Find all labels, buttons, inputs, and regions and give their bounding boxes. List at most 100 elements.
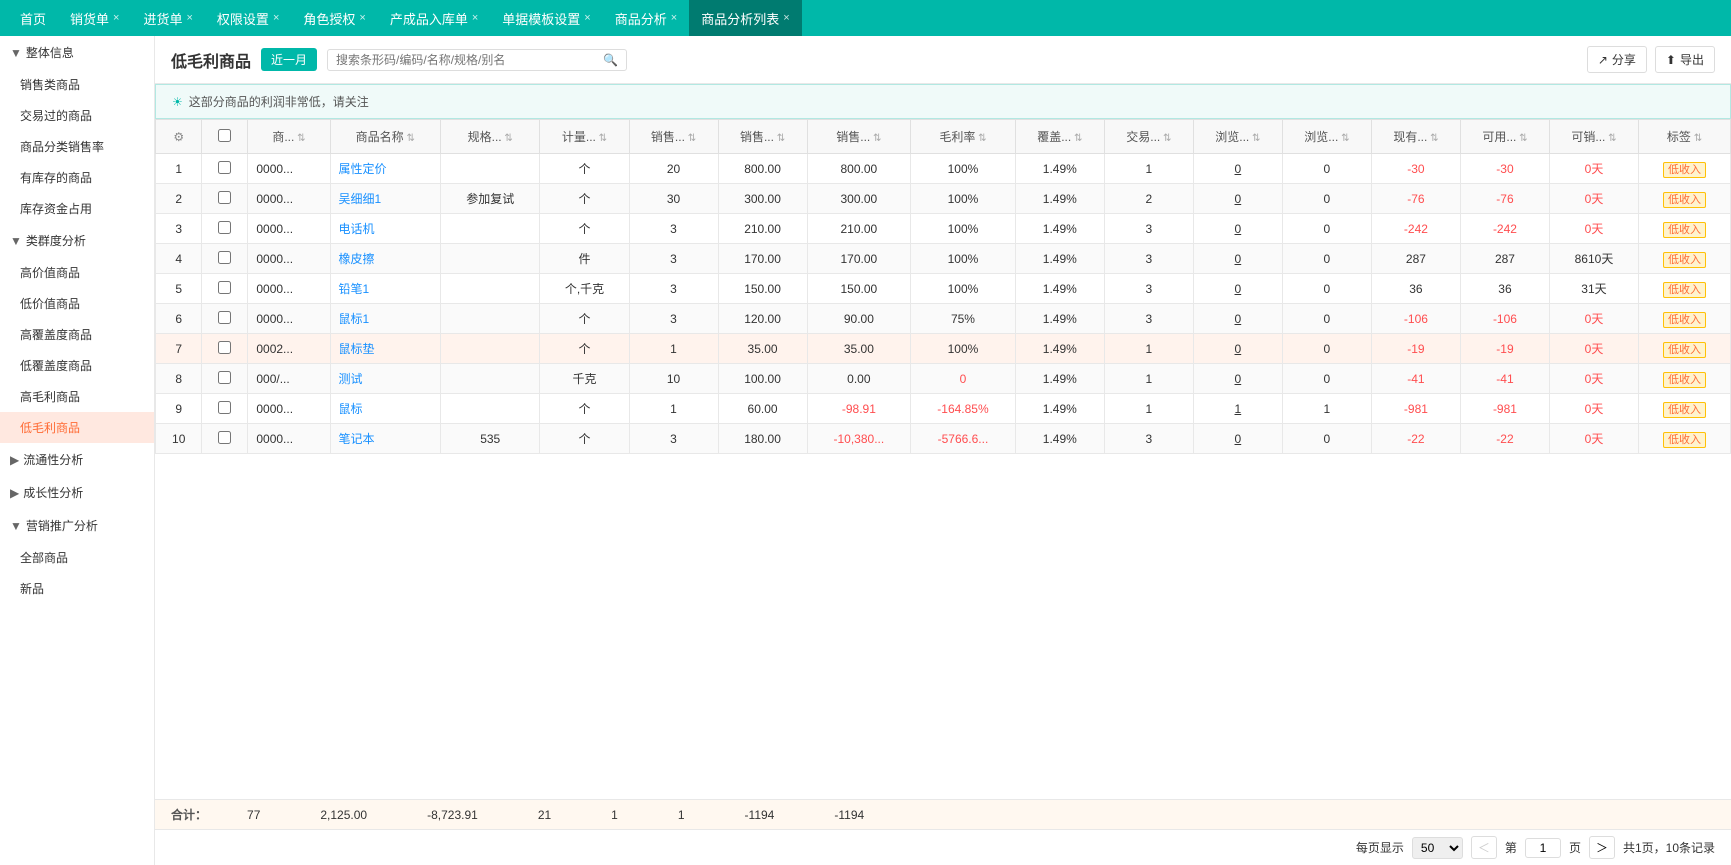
page-input[interactable] [1525, 838, 1561, 858]
col-header-sales-price[interactable]: 销售... [718, 120, 807, 154]
col-header-browse1[interactable]: 浏览... [1193, 120, 1282, 154]
nav-item-sales-order[interactable]: 销货单 × [58, 0, 131, 36]
sidebar-item-high-value[interactable]: 高价值商品 [0, 257, 154, 288]
row-name[interactable]: 属性定价 [330, 154, 440, 184]
row-name[interactable]: 笔记本 [330, 424, 440, 454]
row-checkbox[interactable] [202, 334, 248, 364]
nav-item-home[interactable]: 首页 [8, 0, 58, 36]
sidebar-group-overview[interactable]: ▼ 整体信息 [0, 36, 154, 69]
next-page-button[interactable]: ＞ [1589, 836, 1615, 859]
nav-item-product-analysis-list[interactable]: 商品分析列表 × [689, 0, 801, 36]
nav-item-template-settings[interactable]: 单据模板设置 × [490, 0, 602, 36]
sidebar-item-inventory-capital[interactable]: 库存资金占用 [0, 193, 154, 224]
sidebar-item-low-margin[interactable]: 低毛利商品 [0, 412, 154, 443]
date-filter-button[interactable]: 近一月 [261, 48, 317, 71]
col-header-name[interactable]: 商品名称 [330, 120, 440, 154]
checkbox-col-header[interactable] [202, 120, 248, 154]
close-icon[interactable]: × [783, 12, 789, 24]
row-browse1[interactable]: 0 [1193, 364, 1282, 394]
row-name[interactable]: 测试 [330, 364, 440, 394]
search-input[interactable] [336, 53, 603, 67]
row-browse1[interactable]: 0 [1193, 304, 1282, 334]
sidebar-item-sales-products[interactable]: 销售类商品 [0, 69, 154, 100]
sidebar-group-marketing[interactable]: ▼ 营销推广分析 [0, 509, 154, 542]
share-button[interactable]: ↗ 分享 [1587, 46, 1647, 73]
row-checkbox[interactable] [202, 154, 248, 184]
search-icon[interactable]: 🔍 [603, 53, 618, 67]
row-browse1[interactable]: 0 [1193, 184, 1282, 214]
row-browse1[interactable]: 0 [1193, 274, 1282, 304]
per-page-select[interactable]: 50 20 100 [1412, 837, 1463, 859]
row-name[interactable]: 吴细细1 [330, 184, 440, 214]
sidebar-item-low-coverage[interactable]: 低覆盖度商品 [0, 350, 154, 381]
col-header-available[interactable]: 可用... [1460, 120, 1549, 154]
row-checkbox[interactable] [202, 184, 248, 214]
row-checkbox[interactable] [202, 304, 248, 334]
close-icon[interactable]: × [273, 12, 279, 24]
sidebar-item-all-products[interactable]: 全部商品 [0, 542, 154, 573]
row-checkbox[interactable] [202, 244, 248, 274]
col-header-coverage[interactable]: 覆盖... [1015, 120, 1104, 154]
close-icon[interactable]: × [113, 12, 119, 24]
col-header-tag[interactable]: 标签 [1639, 120, 1731, 154]
close-icon[interactable]: × [584, 12, 590, 24]
sidebar-group-cluster-analysis[interactable]: ▼ 类群度分析 [0, 224, 154, 257]
col-header-spec[interactable]: 规格... [440, 120, 539, 154]
row-browse1[interactable]: 0 [1193, 334, 1282, 364]
row-browse1[interactable]: 1 [1193, 394, 1282, 424]
row-name[interactable]: 鼠标 [330, 394, 440, 424]
row-browse1[interactable]: 0 [1193, 214, 1282, 244]
settings-col-header[interactable]: ⚙ [156, 120, 202, 154]
prev-page-button[interactable]: ＜ [1471, 836, 1497, 859]
row-tag: 低收入 [1639, 394, 1731, 424]
col-header-sales-count[interactable]: 销售... [629, 120, 718, 154]
nav-item-product-analysis[interactable]: 商品分析 × [603, 0, 689, 36]
col-header-code[interactable]: 商... [248, 120, 330, 154]
col-header-unit[interactable]: 计量... [540, 120, 629, 154]
row-checkbox[interactable] [202, 214, 248, 244]
close-icon[interactable]: × [186, 12, 192, 24]
sidebar-item-stocked-products[interactable]: 有库存的商品 [0, 162, 154, 193]
nav-item-purchase-order[interactable]: 进货单 × [131, 0, 204, 36]
col-header-transaction[interactable]: 交易... [1104, 120, 1193, 154]
row-checkbox[interactable] [202, 424, 248, 454]
row-spec [440, 394, 539, 424]
sidebar-item-category-sales-rate[interactable]: 商品分类销售率 [0, 131, 154, 162]
sidebar-group-circulation[interactable]: ▶ 流通性分析 [0, 443, 154, 476]
row-saleable: 0天 [1549, 334, 1638, 364]
row-browse2: 0 [1282, 244, 1371, 274]
sidebar-group-growth[interactable]: ▶ 成长性分析 [0, 476, 154, 509]
row-name[interactable]: 鼠标垫 [330, 334, 440, 364]
row-checkbox[interactable] [202, 274, 248, 304]
col-header-sales-amount[interactable]: 销售... [807, 120, 911, 154]
row-checkbox[interactable] [202, 364, 248, 394]
col-header-gross-margin[interactable]: 毛利率 [911, 120, 1016, 154]
row-sales-price: 35.00 [718, 334, 807, 364]
row-browse1[interactable]: 0 [1193, 154, 1282, 184]
export-button[interactable]: ⬆ 导出 [1655, 46, 1715, 73]
col-header-current-stock[interactable]: 现有... [1371, 120, 1460, 154]
col-header-saleable[interactable]: 可销... [1549, 120, 1638, 154]
sidebar-item-low-value[interactable]: 低价值商品 [0, 288, 154, 319]
row-num: 7 [156, 334, 202, 364]
close-icon[interactable]: × [472, 12, 478, 24]
row-spec [440, 364, 539, 394]
row-name[interactable]: 鼠标1 [330, 304, 440, 334]
row-name[interactable]: 橡皮擦 [330, 244, 440, 274]
row-checkbox[interactable] [202, 394, 248, 424]
sidebar-item-high-coverage[interactable]: 高覆盖度商品 [0, 319, 154, 350]
nav-item-permission-settings[interactable]: 权限设置 × [205, 0, 291, 36]
close-icon[interactable]: × [671, 12, 677, 24]
select-all-checkbox[interactable] [218, 129, 231, 142]
sidebar-item-high-margin[interactable]: 高毛利商品 [0, 381, 154, 412]
nav-item-role-auth[interactable]: 角色授权 × [291, 0, 377, 36]
nav-item-product-entry[interactable]: 产成品入库单 × [378, 0, 490, 36]
close-icon[interactable]: × [359, 12, 365, 24]
row-browse1[interactable]: 0 [1193, 244, 1282, 274]
col-header-browse2[interactable]: 浏览... [1282, 120, 1371, 154]
row-browse1[interactable]: 0 [1193, 424, 1282, 454]
row-name[interactable]: 铅笔1 [330, 274, 440, 304]
row-name[interactable]: 电话机 [330, 214, 440, 244]
sidebar-item-traded-products[interactable]: 交易过的商品 [0, 100, 154, 131]
sidebar-item-new-products[interactable]: 新品 [0, 573, 154, 604]
